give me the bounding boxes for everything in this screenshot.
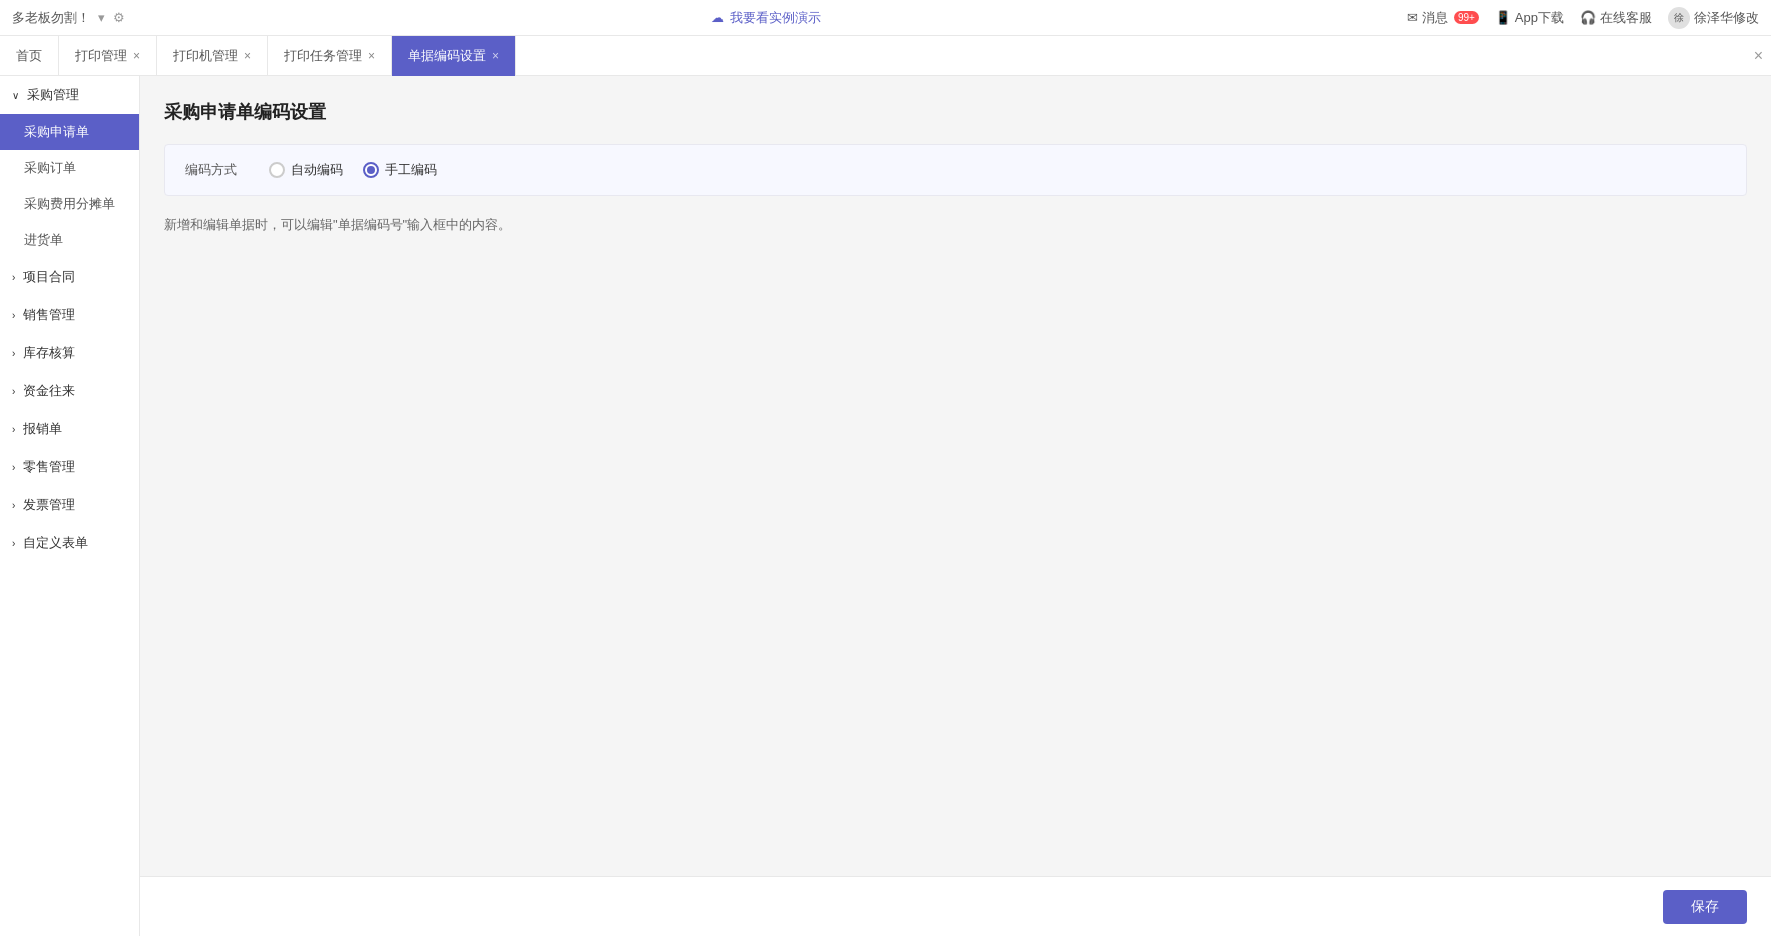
top-bar-center: ☁ 我要看实例演示 (711, 9, 821, 27)
message-label: 消息 (1422, 9, 1448, 27)
sidebar-item-stock-in-label: 进货单 (24, 231, 63, 249)
user-button[interactable]: 徐 徐泽华修改 (1668, 7, 1759, 29)
user-name: 徐泽华修改 (1694, 9, 1759, 27)
tab-home-label: 首页 (16, 47, 42, 65)
tab-print-manage-label: 打印管理 (75, 47, 127, 65)
sidebar: ∨ 采购管理 采购申请单 采购订单 采购费用分摊单 进货单 › 项目合同 › 销… (0, 76, 140, 936)
radio-auto-encode[interactable]: 自动编码 (269, 161, 343, 179)
sidebar-group-returns-label: 报销单 (23, 420, 62, 438)
sidebar-item-purchase-request-label: 采购申请单 (24, 123, 89, 141)
sidebar-item-purchase-order-label: 采购订单 (24, 159, 76, 177)
chevron-right-icon: › (12, 272, 15, 283)
chevron-right-icon-3: › (12, 348, 15, 359)
chevron-right-icon-4: › (12, 386, 15, 397)
message-icon: ✉ (1407, 10, 1418, 25)
tab-print-task[interactable]: 打印任务管理 × (268, 36, 392, 76)
tab-barcode-setting[interactable]: 单据编码设置 × (392, 36, 516, 76)
tab-printer-manage[interactable]: 打印机管理 × (157, 36, 268, 76)
global-close-icon[interactable]: × (1754, 47, 1763, 65)
sidebar-group-custom-form-title[interactable]: › 自定义表单 (0, 524, 139, 562)
sidebar-item-purchase-expense[interactable]: 采购费用分摊单 (0, 186, 139, 222)
encoding-label: 编码方式 (185, 161, 245, 179)
sidebar-group-inventory-label: 库存核算 (23, 344, 75, 362)
sidebar-group-invoice-label: 发票管理 (23, 496, 75, 514)
sidebar-group-invoice-title[interactable]: › 发票管理 (0, 486, 139, 524)
tab-printer-manage-close[interactable]: × (244, 49, 251, 63)
tab-barcode-setting-label: 单据编码设置 (408, 47, 486, 65)
sidebar-item-purchase-request[interactable]: 采购申请单 (0, 114, 139, 150)
sidebar-group-purchase-title[interactable]: ∨ 采购管理 (0, 76, 139, 114)
sidebar-group-custom-form-label: 自定义表单 (23, 534, 88, 552)
service-icon: 🎧 (1580, 10, 1596, 25)
sidebar-group-project-contract-label: 项目合同 (23, 268, 75, 286)
manual-encode-label: 手工编码 (385, 161, 437, 179)
sidebar-group-sales-label: 销售管理 (23, 306, 75, 324)
radio-auto-circle[interactable] (269, 162, 285, 178)
sidebar-group-fund-label: 资金往来 (23, 382, 75, 400)
content-inner: 采购申请单编码设置 编码方式 自动编码 手工编码 新增和编辑单据时，可以编辑"单… (140, 76, 1771, 876)
tab-bar: 首页 打印管理 × 打印机管理 × 打印任务管理 × 单据编码设置 × × (0, 36, 1771, 76)
sidebar-group-fund-title[interactable]: › 资金往来 (0, 372, 139, 410)
app-download-button[interactable]: 📱 App下载 (1495, 9, 1564, 27)
top-bar-left: 多老板勿割！ ▾ ⚙ (12, 9, 125, 27)
page-title: 采购申请单编码设置 (164, 100, 1747, 124)
settings-icon[interactable]: ⚙ (113, 10, 125, 25)
message-badge: 99+ (1454, 11, 1479, 24)
message-button[interactable]: ✉ 消息 99+ (1407, 9, 1479, 27)
chevron-right-icon-2: › (12, 310, 15, 321)
user-avatar: 徐 (1668, 7, 1690, 29)
top-bar: 多老板勿割！ ▾ ⚙ ☁ 我要看实例演示 ✉ 消息 99+ 📱 App下载 🎧 … (0, 0, 1771, 36)
dropdown-icon[interactable]: ▾ (98, 10, 105, 25)
description-text: 新增和编辑单据时，可以编辑"单据编码号"输入框中的内容。 (164, 216, 1747, 234)
radio-group: 自动编码 手工编码 (269, 161, 437, 179)
sidebar-group-returns-title[interactable]: › 报销单 (0, 410, 139, 448)
save-button[interactable]: 保存 (1663, 890, 1747, 924)
chevron-right-icon-6: › (12, 462, 15, 473)
encoding-section: 编码方式 自动编码 手工编码 (164, 144, 1747, 196)
content-wrapper: 采购申请单编码设置 编码方式 自动编码 手工编码 新增和编辑单据时，可以编辑"单… (140, 76, 1771, 936)
chevron-right-icon-8: › (12, 538, 15, 549)
sidebar-group-purchase-label: 采购管理 (27, 86, 79, 104)
sidebar-group-sales-title[interactable]: › 销售管理 (0, 296, 139, 334)
sidebar-group-retail-label: 零售管理 (23, 458, 75, 476)
radio-manual-encode[interactable]: 手工编码 (363, 161, 437, 179)
auto-encode-label: 自动编码 (291, 161, 343, 179)
service-label: 在线客服 (1600, 9, 1652, 27)
app-download-label: App下载 (1515, 9, 1564, 27)
sidebar-group-retail-title[interactable]: › 零售管理 (0, 448, 139, 486)
tab-home[interactable]: 首页 (0, 36, 59, 76)
main-layout: ∨ 采购管理 采购申请单 采购订单 采购费用分摊单 进货单 › 项目合同 › 销… (0, 76, 1771, 936)
tab-print-manage[interactable]: 打印管理 × (59, 36, 157, 76)
tab-print-task-label: 打印任务管理 (284, 47, 362, 65)
tab-printer-manage-label: 打印机管理 (173, 47, 238, 65)
sidebar-group-purchase: ∨ 采购管理 采购申请单 采购订单 采购费用分摊单 进货单 (0, 76, 139, 258)
chevron-right-icon-7: › (12, 500, 15, 511)
sidebar-group-project-contract-title[interactable]: › 项目合同 (0, 258, 139, 296)
tab-barcode-setting-close[interactable]: × (492, 49, 499, 63)
sidebar-item-purchase-order[interactable]: 采购订单 (0, 150, 139, 186)
radio-manual-circle[interactable] (363, 162, 379, 178)
sidebar-group-inventory-title[interactable]: › 库存核算 (0, 334, 139, 372)
chevron-right-icon-5: › (12, 424, 15, 435)
phone-icon: 📱 (1495, 10, 1511, 25)
center-text[interactable]: 我要看实例演示 (730, 9, 821, 27)
chevron-down-icon: ∨ (12, 90, 19, 101)
cloud-icon: ☁ (711, 10, 724, 25)
top-bar-brand-text: 多老板勿割！ (12, 9, 90, 27)
sidebar-item-purchase-expense-label: 采购费用分摊单 (24, 195, 115, 213)
content-footer: 保存 (140, 876, 1771, 936)
tab-print-manage-close[interactable]: × (133, 49, 140, 63)
sidebar-item-stock-in[interactable]: 进货单 (0, 222, 139, 258)
top-bar-right: ✉ 消息 99+ 📱 App下载 🎧 在线客服 徐 徐泽华修改 (1407, 7, 1759, 29)
tab-print-task-close[interactable]: × (368, 49, 375, 63)
service-button[interactable]: 🎧 在线客服 (1580, 9, 1652, 27)
